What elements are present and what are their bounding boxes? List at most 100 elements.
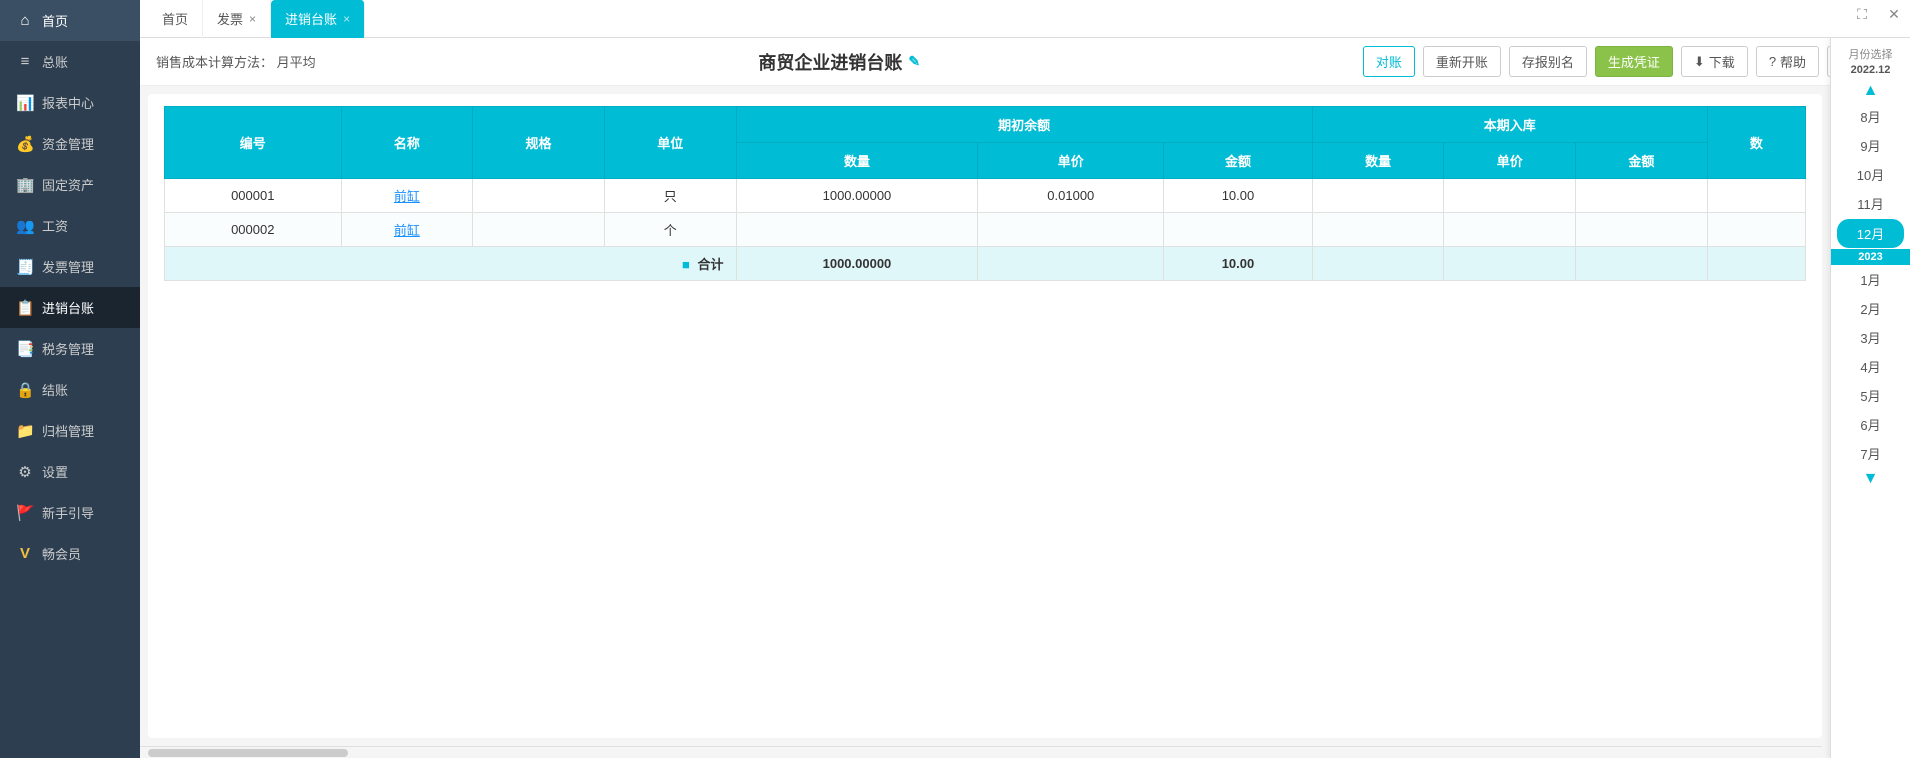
col-inbound-qty: 数量 [1312, 143, 1444, 179]
close-button[interactable]: ✕ [1878, 0, 1910, 28]
settings-icon: ⚙ [16, 463, 34, 481]
tab-purchase-sales[interactable]: 进销台账 × [271, 0, 365, 38]
sidebar-item-purchase-sales[interactable]: 📋 进销台账 [0, 287, 140, 328]
sidebar-item-home[interactable]: ⌂ 首页 [0, 0, 140, 41]
cell-extra-2 [1707, 213, 1805, 247]
tab-purchase-sales-close[interactable]: × [343, 12, 350, 26]
tab-bar: 首页 发票 × 进销台账 × [140, 0, 1910, 38]
title-edit-icon[interactable]: ✎ [908, 53, 920, 70]
cell-opening-amount-2 [1164, 213, 1313, 247]
payroll-icon: 👥 [16, 217, 34, 235]
sidebar-label-ledger: 总账 [42, 52, 68, 71]
scroll-thumb[interactable] [148, 749, 348, 757]
reopen-label: 重新开账 [1436, 52, 1488, 71]
sidebar-item-invoice-mgmt[interactable]: 🧾 发票管理 [0, 246, 140, 287]
download-button[interactable]: ⬇ 下载 [1681, 46, 1748, 77]
tab-invoice[interactable]: 发票 × [203, 0, 271, 38]
month-item-9[interactable]: 9月 [1831, 131, 1910, 160]
reconcile-button[interactable]: 对账 [1363, 46, 1415, 77]
sidebar-item-assets[interactable]: 🏢 固定资产 [0, 164, 140, 205]
sidebar-item-ledger[interactable]: ≡ 总账 [0, 41, 140, 82]
col-spec: 规格 [473, 107, 605, 179]
sidebar-item-guide[interactable]: 🚩 新手引导 [0, 492, 140, 533]
sidebar-label-settings: 设置 [42, 462, 68, 481]
cell-name-1[interactable]: 前缸 [341, 179, 473, 213]
month-nav-down[interactable]: ▼ [1831, 468, 1910, 490]
tax-icon: 📑 [16, 340, 34, 358]
tab-invoice-close[interactable]: × [249, 12, 256, 26]
reopen-button[interactable]: 重新开账 [1423, 46, 1501, 77]
generate-voucher-button[interactable]: 生成凭证 [1595, 46, 1673, 77]
month-item-8[interactable]: 8月 [1831, 102, 1910, 131]
total-label: 合计 [698, 257, 724, 272]
table-container: 编号 名称 规格 单位 期初余额 本期入库 数 数量 单价 金额 数量 单价 [148, 94, 1822, 738]
total-opening-amount: 10.00 [1164, 247, 1313, 281]
sidebar-item-vip[interactable]: V 畅会员 [0, 533, 140, 574]
cell-inbound-price-2 [1444, 213, 1576, 247]
save-as-button[interactable]: 存报别名 [1509, 46, 1587, 77]
month-item-2023-7[interactable]: 7月 [1831, 439, 1910, 468]
sidebar-item-settings[interactable]: ⚙ 设置 [0, 451, 140, 492]
sidebar-item-payroll[interactable]: 👥 工资 [0, 205, 140, 246]
ledger-icon: ≡ [16, 53, 34, 70]
month-item-2023-5[interactable]: 5月 [1831, 381, 1910, 410]
month-item-10[interactable]: 10月 [1831, 160, 1910, 189]
cell-opening-price-1: 0.01000 [978, 179, 1164, 213]
sidebar-item-tax[interactable]: 📑 税务管理 [0, 328, 140, 369]
month-panel: 月份选择 2022.12 ▲ 8月 9月 10月 11月 12月 2023 1月… [1830, 38, 1910, 758]
maximize-button[interactable]: ⛶ [1846, 0, 1878, 28]
cell-inbound-qty-2 [1312, 213, 1444, 247]
bottom-scrollbar[interactable] [140, 746, 1822, 758]
cell-inbound-price-1 [1444, 179, 1576, 213]
generate-voucher-label: 生成凭证 [1608, 52, 1660, 71]
cell-spec-1 [473, 179, 605, 213]
cell-spec-2 [473, 213, 605, 247]
cell-unit-1: 只 [604, 179, 736, 213]
total-inbound-amount [1576, 247, 1708, 281]
sidebar-label-purchase-sales: 进销台账 [42, 298, 94, 317]
sidebar-label-home: 首页 [42, 11, 68, 30]
month-item-11[interactable]: 11月 [1831, 189, 1910, 218]
cell-opening-price-2 [978, 213, 1164, 247]
page-title: 商贸企业进销台账 ✎ [758, 49, 920, 75]
cell-name-2[interactable]: 前缸 [341, 213, 473, 247]
month-item-12[interactable]: 12月 [1837, 219, 1904, 248]
cell-inbound-amount-1 [1576, 179, 1708, 213]
sidebar-item-reports[interactable]: 📊 报表中心 [0, 82, 140, 123]
toolbar: 对账 重新开账 存报别名 生成凭证 ⬇ 下载 ? 帮助 [1363, 46, 1894, 77]
maximize-icon: ⛶ [1857, 6, 1867, 23]
col-extra: 数 [1707, 107, 1805, 179]
tab-home[interactable]: 首页 [148, 0, 203, 38]
total-opening-price [978, 247, 1164, 281]
help-label: 帮助 [1780, 52, 1806, 71]
col-group-inbound: 本期入库 [1312, 107, 1707, 143]
purchase-sales-icon: 📋 [16, 299, 34, 317]
sidebar-label-assets: 固定资产 [42, 175, 94, 194]
tab-home-label: 首页 [162, 9, 188, 28]
save-as-label: 存报别名 [1522, 52, 1574, 71]
cell-inbound-qty-1 [1312, 179, 1444, 213]
month-item-2023-6[interactable]: 6月 [1831, 410, 1910, 439]
sidebar-item-closing[interactable]: 🔒 结账 [0, 369, 140, 410]
month-item-2023-4[interactable]: 4月 [1831, 352, 1910, 381]
sidebar-label-reports: 报表中心 [42, 93, 94, 112]
total-opening-qty: 1000.00000 [736, 247, 978, 281]
cell-unit-2: 个 [604, 213, 736, 247]
guide-icon: 🚩 [16, 504, 34, 522]
help-button[interactable]: ? 帮助 [1756, 46, 1819, 77]
month-panel-title: 月份选择 [1849, 42, 1893, 64]
sidebar-label-invoice-mgmt: 发票管理 [42, 257, 94, 276]
cell-inbound-amount-2 [1576, 213, 1708, 247]
month-item-2023-1[interactable]: 1月 [1831, 265, 1910, 294]
vip-icon: V [16, 545, 34, 562]
col-opening-price: 单价 [978, 143, 1164, 179]
sidebar-item-funds[interactable]: 💰 资金管理 [0, 123, 140, 164]
main-table: 编号 名称 规格 单位 期初余额 本期入库 数 数量 单价 金额 数量 单价 [164, 106, 1806, 281]
month-item-2023-3[interactable]: 3月 [1831, 323, 1910, 352]
cell-code-2: 000002 [165, 213, 342, 247]
sidebar-item-archive[interactable]: 📁 归档管理 [0, 410, 140, 451]
col-group-opening: 期初余额 [736, 107, 1312, 143]
month-nav-up[interactable]: ▲ [1831, 80, 1910, 102]
window-controls: ⛶ ✕ [1846, 0, 1910, 28]
month-item-2023-2[interactable]: 2月 [1831, 294, 1910, 323]
